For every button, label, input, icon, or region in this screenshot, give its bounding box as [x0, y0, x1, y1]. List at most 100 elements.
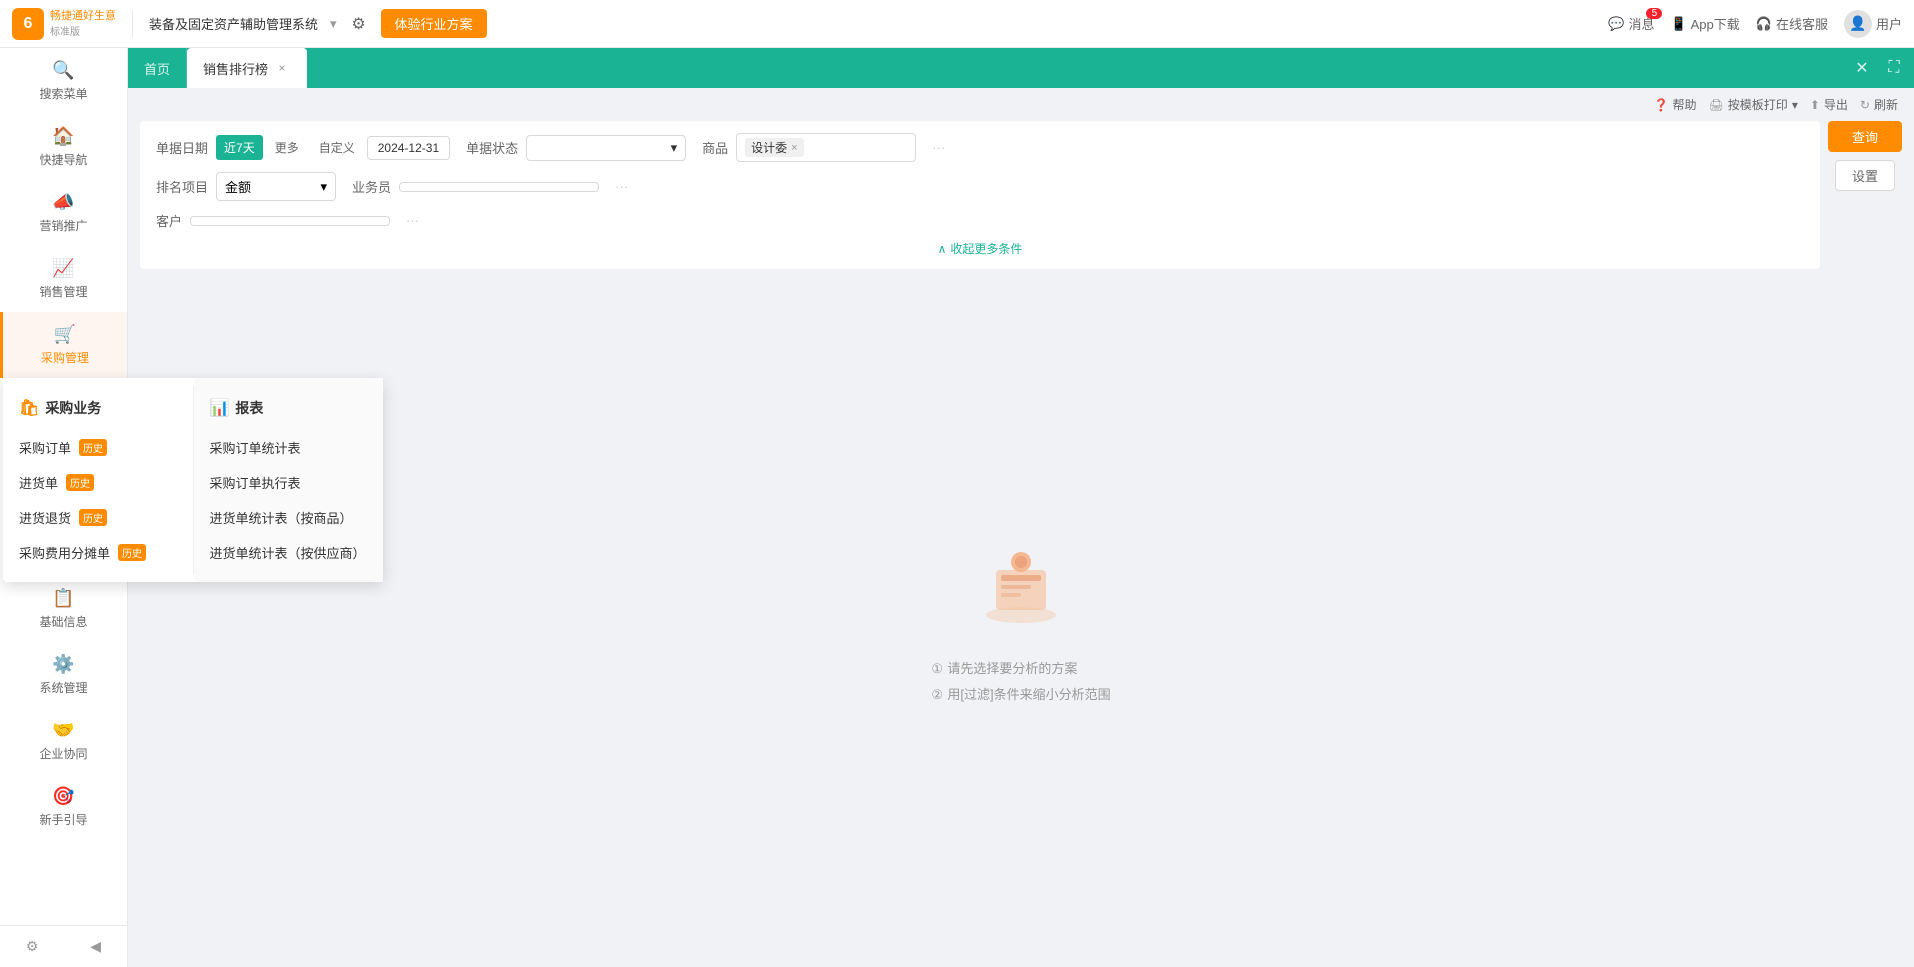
goods-input[interactable]: 设计委 ×: [736, 133, 916, 162]
gear-button[interactable]: ⚙: [345, 10, 373, 38]
goods-label: 商品: [702, 138, 728, 157]
filter-row-2: 排名项目 金额 ▾ 业务员 ···: [156, 172, 1804, 201]
top-right-area: 💬 消息 5 📱 App下载 🎧 在线客服 👤 用户: [1608, 10, 1902, 38]
app-download-label: App下载: [1691, 14, 1740, 33]
print-dropdown-icon[interactable]: ▾: [1792, 98, 1798, 112]
menu-item-inbound-stat-supplier[interactable]: 进货单统计表（按供应商）: [194, 535, 384, 570]
order-exec-label: 采购订单执行表: [210, 473, 301, 492]
filter-actions: 查询 设置: [1828, 121, 1902, 269]
menu-item-inbound-stat-goods[interactable]: 进货单统计表（按商品）: [194, 500, 384, 535]
customer-more-icon[interactable]: ···: [406, 213, 419, 228]
filter-section: 单据日期 近7天 更多 自定义 2024-12-31 单据状态: [128, 121, 1914, 281]
message-badge: 5: [1646, 8, 1662, 19]
sidebar-item-marketing[interactable]: 📣 营销推广: [0, 180, 127, 246]
menu-item-purchase-order[interactable]: 采购订单 历史: [3, 430, 193, 465]
date-range-input[interactable]: 2024-12-31: [367, 136, 450, 160]
status-select[interactable]: ▾: [526, 135, 686, 161]
salesperson-label: 业务员: [352, 177, 391, 196]
menu-item-return[interactable]: 进货退货 历史: [3, 500, 193, 535]
collapse-button[interactable]: ∧ 收起更多条件: [156, 240, 1804, 257]
collapse-chevron-icon: ∧: [938, 242, 947, 256]
date-filter: 近7天 更多 自定义 2024-12-31: [216, 135, 450, 160]
online-service-button[interactable]: 🎧 在线客服: [1756, 14, 1828, 33]
sidebar-label-marketing: 营销推广: [39, 217, 87, 234]
order-stat-label: 采购订单统计表: [210, 438, 301, 457]
system-icon: ⚙️: [52, 654, 74, 675]
menu-item-inbound[interactable]: 进货单 历史: [3, 465, 193, 500]
help-button[interactable]: ❓ 帮助: [1654, 96, 1697, 113]
inbound-stat-goods-label: 进货单统计表（按商品）: [210, 508, 353, 527]
sidebar-item-guide[interactable]: 🎯 新手引导: [0, 774, 127, 840]
help-label: 帮助: [1673, 96, 1697, 113]
sidebar-collapse-button[interactable]: ◀: [90, 938, 101, 955]
sidebar-item-purchase[interactable]: 🛒 采购管理 🛍 采购业务 采购订单 历史: [0, 312, 127, 378]
goods-tag-close-icon[interactable]: ×: [791, 142, 797, 154]
query-button[interactable]: 查询: [1828, 121, 1902, 152]
business-section-title: 采购业务: [45, 398, 101, 418]
content-area: 首页 销售排行榜 × ✕ ⛶ ❓ 帮助 🖨 按模板: [128, 48, 1914, 967]
sidebar-settings-button[interactable]: ⚙: [26, 938, 39, 955]
sidebar-label-search: 搜索菜单: [39, 85, 87, 102]
filter-date-item: 单据日期 近7天 更多 自定义 2024-12-31: [156, 135, 450, 160]
tab-close-icon[interactable]: ×: [274, 60, 290, 76]
date-option-custom[interactable]: 自定义: [311, 135, 363, 160]
purchase-order-label: 采购订单: [19, 438, 71, 457]
tab-home[interactable]: 首页: [128, 48, 187, 88]
sidebar-label-purchase: 采购管理: [41, 349, 89, 366]
avatar: 👤: [1844, 10, 1872, 38]
logo-tag: 标准版: [50, 23, 116, 38]
goods-more-icon[interactable]: ···: [932, 140, 945, 155]
settings-button[interactable]: 设置: [1835, 160, 1895, 191]
menu-item-order-stat[interactable]: 采购订单统计表: [194, 430, 384, 465]
industry-button[interactable]: 体验行业方案: [381, 9, 487, 38]
menu-item-order-exec[interactable]: 采购订单执行表: [194, 465, 384, 500]
refresh-label: 刷新: [1874, 96, 1898, 113]
salesperson-more-icon[interactable]: ···: [615, 179, 628, 194]
menu-col-business: 🛍 采购业务 采购订单 历史 进货单 历史: [3, 378, 193, 582]
empty-hint-2: 用[过滤]条件来缩小分析范围: [931, 682, 1110, 708]
content-header: ❓ 帮助 🖨 按模板打印 ▾ ⬆ 导出 ↻ 刷新: [128, 88, 1914, 121]
date-option-more[interactable]: 更多: [267, 135, 307, 160]
empty-illustration: [971, 540, 1071, 640]
sidebar-label-basicinfo: 基础信息: [39, 613, 87, 630]
basic-info-icon: 📋: [52, 588, 74, 609]
sidebar-item-basic-info[interactable]: 📋 基础信息: [0, 576, 127, 642]
sidebar-label-system: 系统管理: [39, 679, 87, 696]
message-button[interactable]: 💬 消息 5: [1608, 14, 1654, 33]
title-dropdown-icon[interactable]: ▾: [330, 16, 337, 32]
filter-main: 单据日期 近7天 更多 自定义 2024-12-31 单据状态: [140, 121, 1820, 269]
inbound-stat-supplier-label: 进货单统计表（按供应商）: [210, 543, 366, 562]
sidebar-item-sales[interactable]: 📈 销售管理: [0, 246, 127, 312]
refresh-button[interactable]: ↻ 刷新: [1860, 96, 1898, 113]
sidebar-label-guide: 新手引导: [39, 811, 87, 828]
window-maximize-button[interactable]: ⛶: [1882, 56, 1906, 80]
print-label: 按模板打印: [1728, 96, 1788, 113]
purchase-icon: 🛒: [54, 324, 76, 345]
customer-input[interactable]: [190, 216, 390, 226]
headset-icon: 🎧: [1756, 16, 1772, 32]
user-button[interactable]: 👤 用户: [1844, 10, 1902, 38]
system-title: 装备及固定资产辅助管理系统: [149, 14, 318, 33]
hist-badge-3: 历史: [118, 544, 146, 561]
logo-name: 畅捷通好生意: [50, 9, 116, 23]
tab-sales-ranking[interactable]: 销售排行榜 ×: [187, 48, 307, 88]
salesperson-input[interactable]: [399, 182, 599, 192]
sidebar-item-system[interactable]: ⚙️ 系统管理: [0, 642, 127, 708]
window-close-button[interactable]: ✕: [1850, 56, 1874, 80]
inbound-label: 进货单: [19, 473, 58, 492]
filter-ranking-item: 排名项目 金额 ▾: [156, 172, 336, 201]
export-button[interactable]: ⬆ 导出: [1810, 96, 1848, 113]
date-option-7days[interactable]: 近7天: [216, 135, 263, 160]
sidebar-item-quick-nav[interactable]: 🏠 快捷导航: [0, 114, 127, 180]
print-icon: 🖨: [1709, 98, 1724, 112]
menu-item-cost-split[interactable]: 采购费用分摊单 历史: [3, 535, 193, 570]
app-download-button[interactable]: 📱 App下载: [1670, 14, 1739, 33]
print-button[interactable]: 🖨 按模板打印 ▾: [1709, 96, 1798, 113]
sidebar-item-enterprise[interactable]: 🤝 企业协同: [0, 708, 127, 774]
guide-icon: 🎯: [52, 786, 74, 807]
top-divider: [132, 10, 133, 38]
sidebar-item-search-menu[interactable]: 🔍 搜索菜单: [0, 48, 127, 114]
ranking-select[interactable]: 金额 ▾: [216, 172, 336, 201]
hist-badge-2: 历史: [79, 509, 107, 526]
marketing-icon: 📣: [52, 192, 74, 213]
